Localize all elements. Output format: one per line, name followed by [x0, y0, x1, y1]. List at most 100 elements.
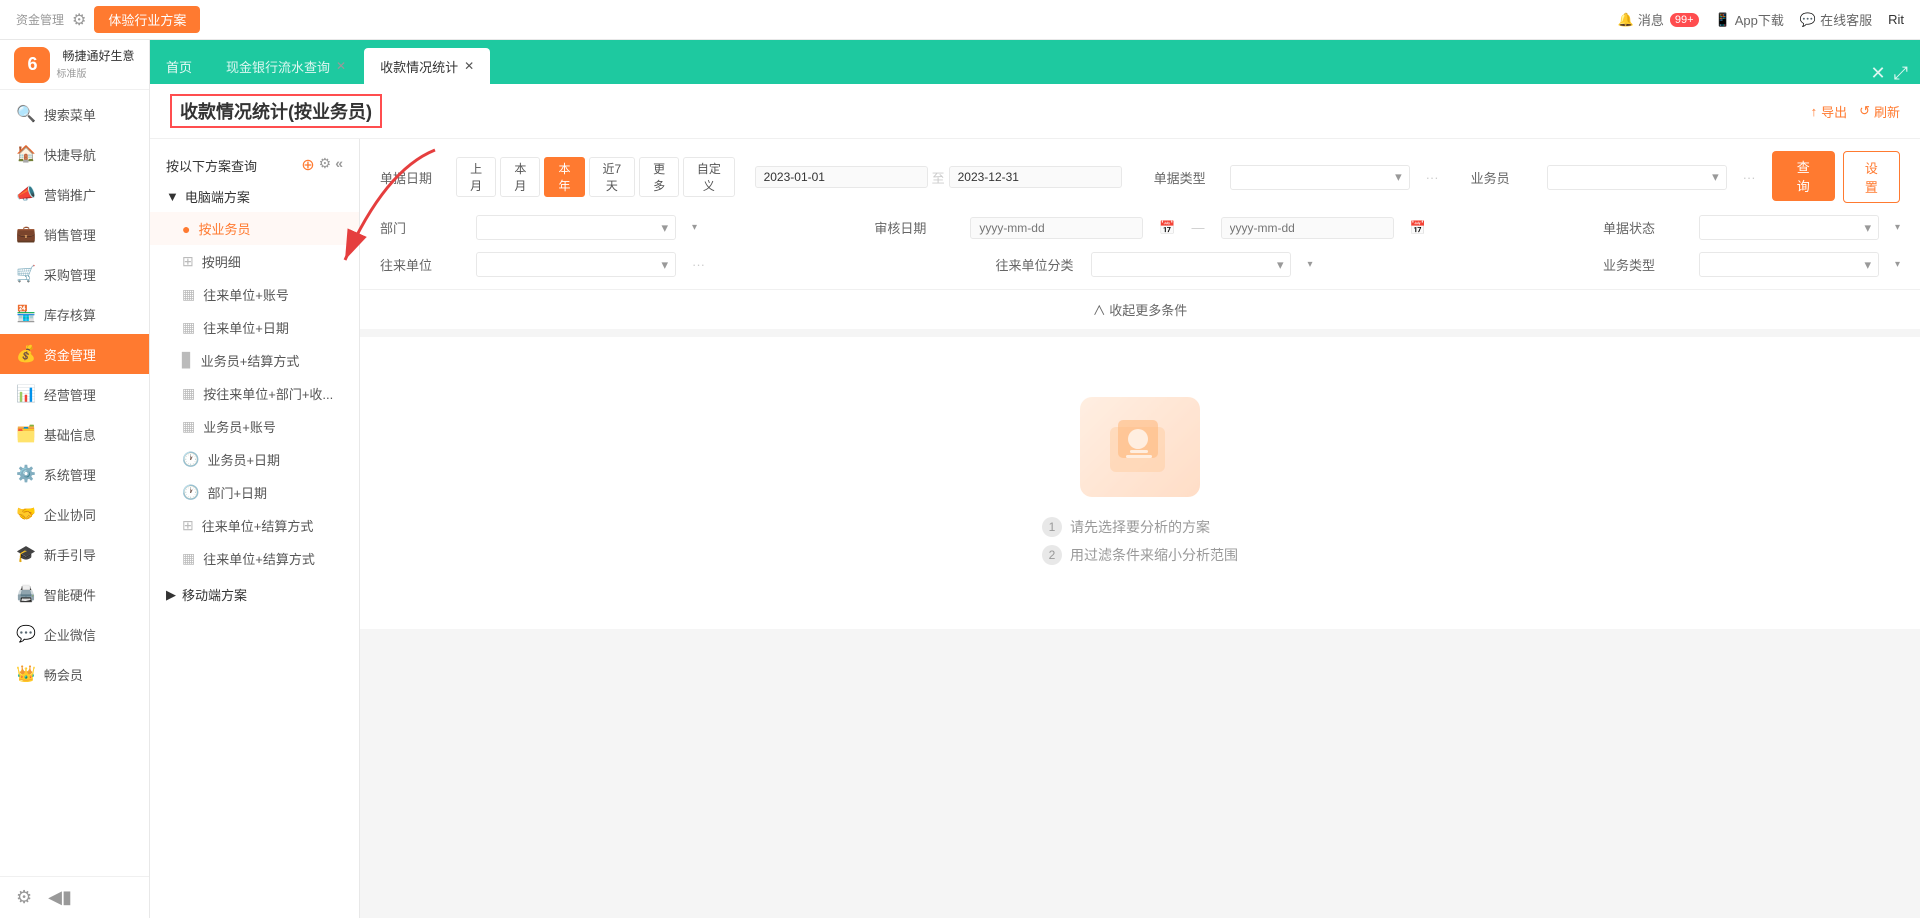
- scheme-item-salesman-calc[interactable]: ▊ 业务员+结算方式: [150, 344, 359, 377]
- tab-collection-close[interactable]: ✕: [464, 59, 474, 73]
- audit-date-calendar-to[interactable]: 📅: [1410, 220, 1426, 236]
- scheme-item-salesman-account[interactable]: ▦ 业务员+账号: [150, 410, 359, 443]
- sidebar-item-member[interactable]: 👑 畅会员: [0, 654, 149, 694]
- counterpart-select[interactable]: [476, 252, 676, 277]
- sidebar-item-inventory[interactable]: 🏪 库存核算: [0, 294, 149, 334]
- sidebar-item-sales-label: 销售管理: [44, 225, 96, 244]
- salesman-calc-label: 业务员+结算方式: [201, 351, 300, 370]
- tab-bank-flow-close[interactable]: ✕: [336, 59, 346, 73]
- settings-icon[interactable]: ⚙: [72, 10, 86, 30]
- scheme-item-dept-date[interactable]: 🕐 部门+日期: [150, 476, 359, 509]
- empty-steps: 1 请先选择要分析的方案 2 用过滤条件来缩小分析范围: [1042, 513, 1238, 569]
- mobile-group-header[interactable]: ▶ 移动端方案: [150, 579, 359, 610]
- sidebar-item-marketing[interactable]: 📣 营销推广: [0, 174, 149, 214]
- online-service-label: 在线客服: [1820, 10, 1872, 29]
- counterpart-category-select[interactable]: [1091, 252, 1291, 277]
- salesman-more-icon[interactable]: ···: [1743, 170, 1756, 185]
- messages-btn[interactable]: 🔔 消息 99+: [1618, 10, 1699, 29]
- sidebar-item-enterprise[interactable]: 🤝 企业协同: [0, 494, 149, 534]
- date-btn-7days[interactable]: 近7天: [589, 157, 635, 197]
- breadcrumb-text: 资金管理: [16, 11, 64, 28]
- maximize-icon[interactable]: ⤢: [1894, 63, 1908, 84]
- settings-bottom-icon[interactable]: ⚙: [16, 887, 32, 908]
- doc-status-select[interactable]: [1699, 215, 1879, 240]
- sidebar-item-sales[interactable]: 💼 销售管理: [0, 214, 149, 254]
- collapse-bar[interactable]: ∧ 收起更多条件: [360, 289, 1920, 329]
- setting-btn[interactable]: 设置: [1843, 151, 1900, 203]
- sidebar-item-purchase[interactable]: 🛒 采购管理: [0, 254, 149, 294]
- desktop-scheme-group: ▼ 电脑端方案 ● 按业务员 ⊞ 按明细 ▦: [150, 181, 359, 575]
- tab-bar-right: ✕ ⤢: [1871, 63, 1920, 84]
- sidebar-item-finance-label: 资金管理: [44, 345, 96, 364]
- scheme-item-counterpart-date[interactable]: ▦ 往来单位+日期: [150, 311, 359, 344]
- online-service-btn[interactable]: 💬 在线客服: [1800, 10, 1872, 29]
- dept-date-icon: 🕐: [182, 484, 199, 501]
- sidebar-nav: 🔍 搜索菜单 🏠 快捷导航 📣 营销推广 💼 销售管理 🛒 采购管理 🏪: [0, 90, 149, 876]
- date-range-group: 至: [755, 166, 1122, 188]
- counterpart-date-icon: ▦: [182, 319, 195, 336]
- business-type-select[interactable]: [1699, 252, 1879, 277]
- date-to-input[interactable]: [949, 166, 1122, 188]
- date-btn-more[interactable]: 更多: [639, 157, 679, 197]
- scheme-item-by-detail[interactable]: ⊞ 按明细: [150, 245, 359, 278]
- basics-icon: 🗂️: [16, 424, 36, 444]
- sidebar-item-search[interactable]: 🔍 搜索菜单: [0, 94, 149, 134]
- counterpart-label: 往来单位: [380, 255, 460, 274]
- scheme-item-counterpart-account[interactable]: ▦ 往来单位+账号: [150, 278, 359, 311]
- sidebar-item-basics[interactable]: 🗂️ 基础信息: [0, 414, 149, 454]
- doc-status-chevron[interactable]: ▾: [1895, 222, 1900, 233]
- sidebar-item-hardware[interactable]: 🖨️ 智能硬件: [0, 574, 149, 614]
- app-download-btn[interactable]: 📱 App下载: [1715, 10, 1784, 29]
- scheme-item-by-counterpart-dept[interactable]: ▦ 按往来单位+部门+收...: [150, 377, 359, 410]
- scheme-item-counterpart-calc2[interactable]: ▦ 往来单位+结算方式: [150, 542, 359, 575]
- date-from-input[interactable]: [755, 166, 928, 188]
- messages-label: 消息: [1638, 10, 1664, 29]
- sidebar-item-wechat[interactable]: 💬 企业微信: [0, 614, 149, 654]
- export-label: 导出: [1821, 102, 1847, 121]
- bell-icon: 🔔: [1618, 12, 1634, 28]
- sidebar-item-inventory-label: 库存核算: [44, 305, 96, 324]
- refresh-btn[interactable]: ↺ 刷新: [1859, 102, 1900, 121]
- business-type-chevron[interactable]: ▾: [1895, 259, 1900, 270]
- desktop-group-header[interactable]: ▼ 电脑端方案: [150, 181, 359, 212]
- desktop-group-label: 电脑端方案: [185, 187, 250, 206]
- scheme-item-salesman-date[interactable]: 🕐 业务员+日期: [150, 443, 359, 476]
- date-btn-last-month[interactable]: 上月: [456, 157, 496, 197]
- sidebar-item-quicknav[interactable]: 🏠 快捷导航: [0, 134, 149, 174]
- dept-chevron[interactable]: ▾: [692, 222, 697, 233]
- audit-date-from[interactable]: [970, 217, 1143, 239]
- audit-date-calendar-from[interactable]: 📅: [1159, 220, 1175, 236]
- demo-btn[interactable]: 体验行业方案: [94, 6, 200, 33]
- query-btn[interactable]: 查询: [1772, 151, 1835, 201]
- date-btn-this-year[interactable]: 本年: [544, 157, 584, 197]
- counterpart-more-icon[interactable]: ···: [692, 257, 705, 272]
- scheme-item-by-salesman[interactable]: ● 按业务员: [150, 212, 359, 245]
- sidebar-item-operations[interactable]: 📊 经营管理: [0, 374, 149, 414]
- doc-status-wrapper: [1699, 215, 1879, 240]
- user-name[interactable]: Rit: [1888, 12, 1904, 27]
- sidebar-item-system[interactable]: ⚙️ 系统管理: [0, 454, 149, 494]
- audit-date-to[interactable]: [1221, 217, 1394, 239]
- close-window-icon[interactable]: ✕: [1871, 63, 1886, 84]
- scheme-item-counterpart-calc1[interactable]: ⊞ 往来单位+结算方式: [150, 509, 359, 542]
- top-bar: 资金管理 ⚙ 体验行业方案 🔔 消息 99+ 📱 App下载 💬 在线客服 Ri…: [0, 0, 1920, 40]
- salesman-select[interactable]: [1547, 165, 1727, 190]
- scheme-settings-icon[interactable]: ⚙: [319, 155, 332, 175]
- collapse-sidebar-icon[interactable]: ◀▮: [48, 887, 72, 908]
- tab-home[interactable]: 首页: [150, 48, 208, 84]
- tab-bank-flow[interactable]: 现金银行流水查询 ✕: [210, 48, 362, 84]
- date-btn-custom[interactable]: 自定义: [683, 157, 734, 197]
- sidebar-item-guide[interactable]: 🎓 新手引导: [0, 534, 149, 574]
- collapse-panel-icon[interactable]: «: [335, 155, 343, 175]
- dept-select[interactable]: [476, 215, 676, 240]
- type-more-icon[interactable]: ···: [1426, 170, 1439, 185]
- export-btn[interactable]: ↑ 导出: [1811, 102, 1848, 121]
- type-select[interactable]: [1230, 165, 1410, 190]
- counterpart-cat-chevron[interactable]: ▾: [1307, 259, 1312, 270]
- add-scheme-icon[interactable]: ⊕: [301, 155, 314, 175]
- sidebar-item-finance[interactable]: 💰 资金管理: [0, 334, 149, 374]
- step1-num: 1: [1042, 517, 1062, 537]
- date-btn-this-month[interactable]: 本月: [500, 157, 540, 197]
- tab-collection[interactable]: 收款情况统计 ✕: [364, 48, 490, 84]
- date-buttons-group: 上月 本月 本年 近7天 更多 自定义: [456, 157, 735, 197]
